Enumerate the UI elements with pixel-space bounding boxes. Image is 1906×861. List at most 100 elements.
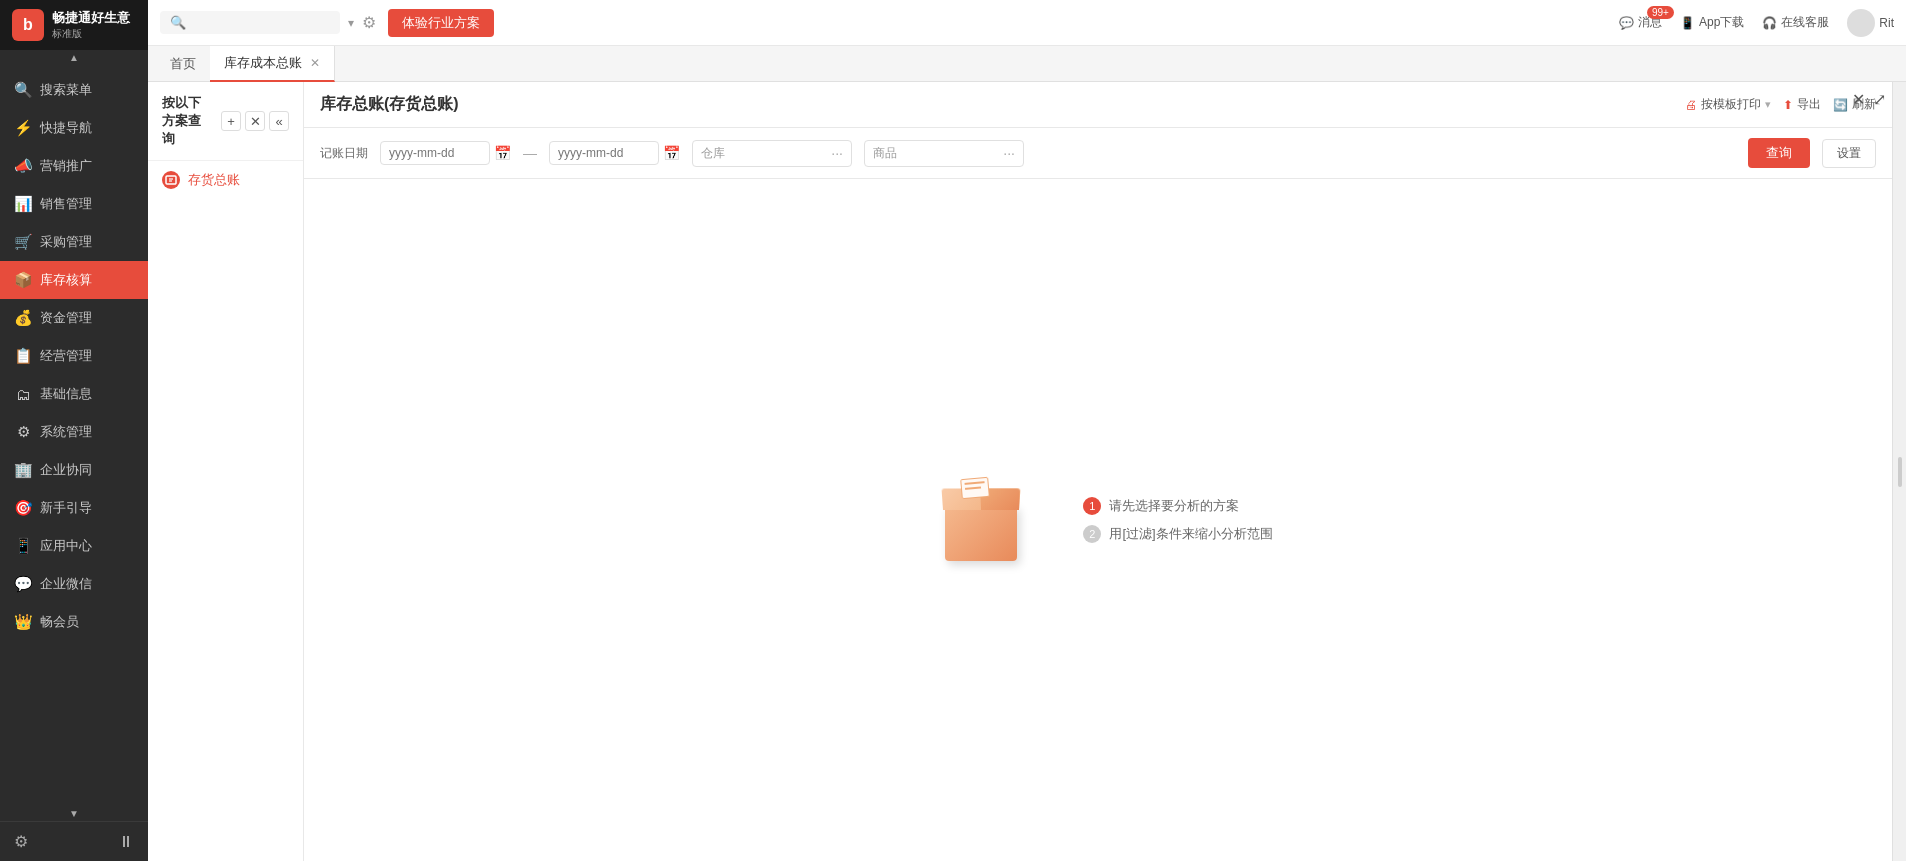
settings-btn[interactable]: 设置	[1822, 139, 1876, 168]
tab-close-icon[interactable]: ✕	[310, 56, 320, 70]
sidebar-item-shortcut[interactable]: ⚡ 快捷导航	[0, 109, 148, 147]
app-edition: 标准版	[52, 27, 130, 40]
warehouse-label: 仓库	[701, 145, 725, 162]
tab-inventory-cost[interactable]: 库存成本总账 ✕	[210, 46, 335, 82]
empty-state: 1 请先选择要分析的方案 2 用[过滤]条件来缩小分析范围	[304, 179, 1892, 861]
online-service-btn[interactable]: 🎧 在线客服	[1762, 14, 1829, 31]
avatar	[1847, 9, 1875, 37]
nav-label-newguide: 新手引导	[40, 499, 92, 517]
nav-label-sales: 销售管理	[40, 195, 92, 213]
date-end-input[interactable]	[549, 141, 659, 165]
export-btn[interactable]: ⬆ 导出	[1783, 96, 1821, 113]
empty-illustration	[923, 460, 1043, 580]
nav-label-basic: 基础信息	[40, 385, 92, 403]
sidebar-item-search[interactable]: 🔍 搜索菜单	[0, 71, 148, 109]
filter-scheme-item[interactable]: 存货总账	[148, 161, 303, 199]
logo-icon: b	[12, 9, 44, 41]
audio-icon[interactable]: ⏸	[118, 833, 134, 851]
sidebar-item-sales[interactable]: 📊 销售管理	[0, 185, 148, 223]
settings-icon[interactable]: ⚙	[14, 832, 28, 851]
nav-icon-shortcut: ⚡	[14, 119, 32, 137]
filter-bar: 记账日期 📅 — 📅 仓库 ··· 商品 ··· 查询	[304, 128, 1892, 179]
filter-header: 按以下方案查询 + ✕ «	[148, 82, 303, 161]
logo-text: 畅捷通好生意 标准版	[52, 10, 130, 40]
topbar-search-box[interactable]: 🔍	[160, 11, 340, 34]
sidebar-item-marketing[interactable]: 📣 营销推广	[0, 147, 148, 185]
app-download-label: App下载	[1699, 14, 1744, 31]
goods-label: 商品	[873, 145, 897, 162]
nav-label-finance: 资金管理	[40, 309, 92, 327]
tab-home[interactable]: 首页	[156, 46, 210, 82]
cal-start-icon[interactable]: 📅	[494, 145, 511, 161]
warehouse-more-icon[interactable]: ···	[831, 145, 843, 161]
sidebar-item-inventory[interactable]: 📦 库存核算	[0, 261, 148, 299]
refresh-icon: 🔄	[1833, 98, 1848, 112]
sidebar-item-basic[interactable]: 🗂 基础信息	[0, 375, 148, 413]
date-start-input[interactable]	[380, 141, 490, 165]
app-download-btn[interactable]: 📱 App下载	[1680, 14, 1744, 31]
sidebar-item-member[interactable]: 👑 畅会员	[0, 603, 148, 641]
cal-end-icon[interactable]: 📅	[663, 145, 680, 161]
warehouse-field[interactable]: 仓库 ···	[692, 140, 852, 167]
main-content: 库存总账(存货总账) 🖨 按模板打印 ▾ ⬆ 导出 🔄 刷新	[304, 82, 1892, 861]
print-icon: 🖨	[1685, 98, 1697, 112]
query-btn[interactable]: 查询	[1748, 138, 1810, 168]
sidebar-footer: ⚙ ⏸	[0, 821, 148, 861]
nav-icon-sales: 📊	[14, 195, 32, 213]
empty-state-inner: 1 请先选择要分析的方案 2 用[过滤]条件来缩小分析范围	[923, 460, 1272, 580]
nav-icon-finance: 💰	[14, 309, 32, 327]
sidebar: b 畅捷通好生意 标准版 ▲ 🔍 搜索菜单 ⚡ 快捷导航 📣 营销推广 📊 销售…	[0, 0, 148, 861]
scroll-up-btn[interactable]: ▲	[0, 50, 148, 65]
right-panel[interactable]	[1892, 82, 1906, 861]
scheme-item-icon	[162, 171, 180, 189]
industry-btn[interactable]: 体验行业方案	[388, 9, 494, 37]
filter-add-btn[interactable]: +	[221, 111, 241, 131]
nav-label-appcenter: 应用中心	[40, 537, 92, 555]
app-name: 畅捷通好生意	[52, 10, 130, 27]
goods-field[interactable]: 商品 ···	[864, 140, 1024, 167]
print-btn[interactable]: 🖨 按模板打印 ▾	[1685, 96, 1771, 113]
sidebar-item-purchase[interactable]: 🛒 采购管理	[0, 223, 148, 261]
sidebar-item-finance[interactable]: 💰 资金管理	[0, 299, 148, 337]
message-btn[interactable]: 💬 消息 99+	[1619, 14, 1662, 31]
nav-label-marketing: 营销推广	[40, 157, 92, 175]
sidebar-item-enterprise[interactable]: 🏢 企业协同	[0, 451, 148, 489]
home-tab-label: 首页	[170, 55, 196, 73]
empty-tip-2: 2 用[过滤]条件来缩小分析范围	[1083, 525, 1272, 543]
print-label: 按模板打印	[1701, 96, 1761, 113]
empty-tip-1: 1 请先选择要分析的方案	[1083, 497, 1272, 515]
scroll-down-btn[interactable]: ▼	[0, 806, 148, 821]
filter-del-btn[interactable]: ✕	[245, 111, 265, 131]
tip-text-1: 请先选择要分析的方案	[1109, 497, 1239, 515]
sidebar-item-weixin[interactable]: 💬 企业微信	[0, 565, 148, 603]
filter-collapse-btn[interactable]: «	[269, 111, 289, 131]
export-label: 导出	[1797, 96, 1821, 113]
date-start-field: 📅	[380, 141, 511, 165]
sidebar-item-system[interactable]: ⚙ 系统管理	[0, 413, 148, 451]
close-panel-btn[interactable]: ✕	[1852, 90, 1865, 109]
nav-label-enterprise: 企业协同	[40, 461, 92, 479]
tip-num-1: 1	[1083, 497, 1101, 515]
nav-label-purchase: 采购管理	[40, 233, 92, 251]
search-chevron-icon[interactable]: ▾	[348, 16, 354, 30]
user-area[interactable]: Rit	[1847, 9, 1894, 37]
topbar-right: 💬 消息 99+ 📱 App下载 🎧 在线客服 Rit	[1619, 9, 1894, 37]
nav-icon-member: 👑	[14, 613, 32, 631]
page-header-actions: 🖨 按模板打印 ▾ ⬆ 导出 🔄 刷新	[1685, 96, 1876, 113]
sidebar-item-newguide[interactable]: 🎯 新手引导	[0, 489, 148, 527]
search-input[interactable]	[190, 16, 330, 30]
tab-inventory-cost-label: 库存成本总账	[224, 54, 302, 72]
expand-panel-btn[interactable]: ⤢	[1873, 90, 1886, 109]
nav-icon-operation: 📋	[14, 347, 32, 365]
nav-icon-purchase: 🛒	[14, 233, 32, 251]
nav-label-operation: 经营管理	[40, 347, 92, 365]
app-logo: b 畅捷通好生意 标准版	[0, 0, 148, 50]
tip-num-2: 2	[1083, 525, 1101, 543]
topbar-gear-icon[interactable]: ⚙	[362, 13, 376, 32]
goods-more-icon[interactable]: ···	[1003, 145, 1015, 161]
print-chevron-icon: ▾	[1765, 98, 1771, 111]
message-badge: 99+	[1647, 6, 1674, 19]
sidebar-item-appcenter[interactable]: 📱 应用中心	[0, 527, 148, 565]
panel-controls: ✕ ⤢	[1852, 90, 1886, 109]
sidebar-item-operation[interactable]: 📋 经营管理	[0, 337, 148, 375]
